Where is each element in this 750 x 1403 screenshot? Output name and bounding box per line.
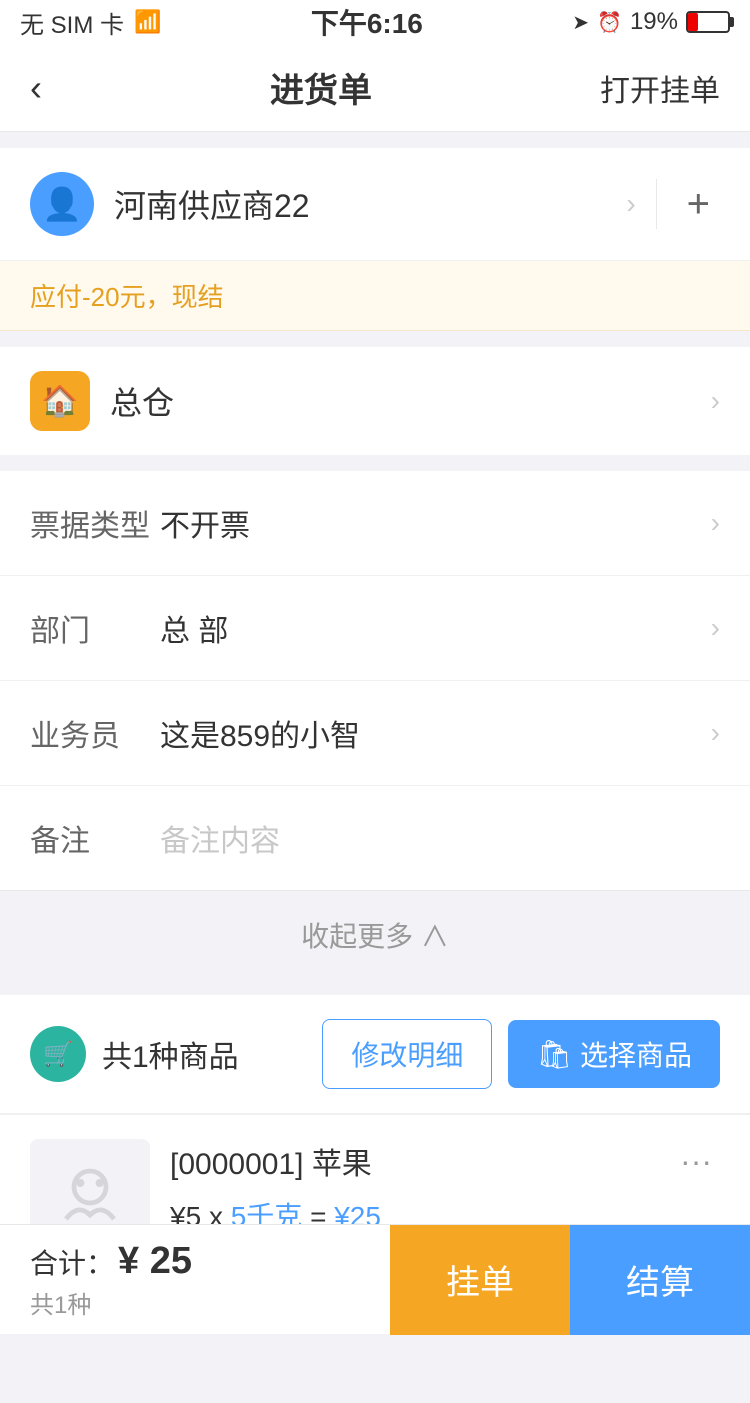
edit-detail-button[interactable]: 修改明细 [322,1019,492,1089]
bottom-bar: 合计： ¥ 25 共1种 挂单 结算 [0,1224,750,1334]
warehouse-icon: 🏠 [30,371,90,431]
invoice-chevron-icon: › [711,507,720,539]
collapse-label: 收起更多 ∧ [301,921,449,952]
products-count: 共1种商品 [102,1032,322,1076]
add-button[interactable]: + [677,182,720,227]
department-label: 部门 [30,606,160,650]
wifi-icon: 📶 [134,9,161,35]
collapse-bar[interactable]: 收起更多 ∧ [0,890,750,979]
location-icon: ➤ [572,10,589,35]
battery-label: 19% [630,8,678,36]
product-name: [0000001] 苹果 [170,1139,652,1183]
remark-input[interactable]: 备注内容 [160,816,720,860]
supplier-avatar: 👤 [30,172,94,236]
warehouse-name: 总仓 [110,378,711,424]
salesman-label: 业务员 [30,711,160,755]
battery-indicator [686,11,730,33]
status-left: 无 SIM 卡 📶 [20,5,161,40]
notice-bar: 应付-20元，现结 [0,261,750,331]
product-code: [0000001] [170,1148,303,1181]
open-hang-button[interactable]: 打开挂单 [600,66,720,110]
department-row[interactable]: 部门 总 部 › [0,575,750,680]
product-info: [0000001] 苹果 ¥5 x 5千克 = ¥25 [170,1139,652,1235]
status-right: ➤ ⏰ 19% [572,8,730,36]
warehouse-section: 🏠 总仓 › [0,347,750,455]
hang-button[interactable]: 挂单 [390,1225,570,1335]
total-amount: ¥ 25 [118,1240,192,1283]
form-section: 票据类型 不开票 › 部门 总 部 › 业务员 这是859的小智 › 备注 备注… [0,471,750,979]
department-value: 总 部 [160,606,711,650]
divider [656,179,657,229]
salesman-value: 这是859的小智 [160,711,711,755]
back-button[interactable]: ‹ [30,67,42,109]
total-section: 合计： ¥ 25 共1种 [0,1240,390,1320]
status-time: 下午6:16 [311,2,423,42]
supplier-name: 河南供应商22 [114,181,616,227]
carrier-label: 无 SIM 卡 [20,5,124,40]
select-product-icon: 🛍 [536,1038,572,1071]
product-title: 苹果 [312,1148,372,1181]
supplier-row[interactable]: 👤 河南供应商22 › + [0,148,750,261]
page-title: 进货单 [270,63,372,112]
remark-label: 备注 [30,816,160,860]
select-product-label: 选择商品 [580,1034,692,1074]
total-label: 合计： [30,1242,114,1282]
products-header: 🛒 共1种商品 修改明细 🛍 选择商品 [0,995,750,1114]
salesman-chevron-icon: › [711,717,720,749]
warehouse-chevron-icon: › [711,385,720,417]
status-bar: 无 SIM 卡 📶 下午6:16 ➤ ⏰ 19% [0,0,750,44]
products-icon: 🛒 [30,1026,86,1082]
salesman-row[interactable]: 业务员 这是859的小智 › [0,680,750,785]
select-product-button[interactable]: 🛍 选择商品 [508,1020,720,1088]
department-chevron-icon: › [711,612,720,644]
checkout-button[interactable]: 结算 [570,1225,750,1335]
nav-bar: ‹ 进货单 打开挂单 [0,44,750,132]
notice-text: 应付-20元，现结 [30,282,224,312]
product-more-button[interactable]: ··· [672,1139,720,1184]
supplier-chevron-icon: › [626,188,635,220]
invoice-label: 票据类型 [30,501,160,545]
supplier-section: 👤 河南供应商22 › + 应付-20元，现结 [0,148,750,331]
invoice-value: 不开票 [160,501,711,545]
invoice-row[interactable]: 票据类型 不开票 › [0,471,750,575]
alarm-icon: ⏰ [597,10,622,35]
remark-row[interactable]: 备注 备注内容 [0,785,750,890]
warehouse-row[interactable]: 🏠 总仓 › [0,347,750,455]
total-count: 共1种 [30,1285,360,1320]
